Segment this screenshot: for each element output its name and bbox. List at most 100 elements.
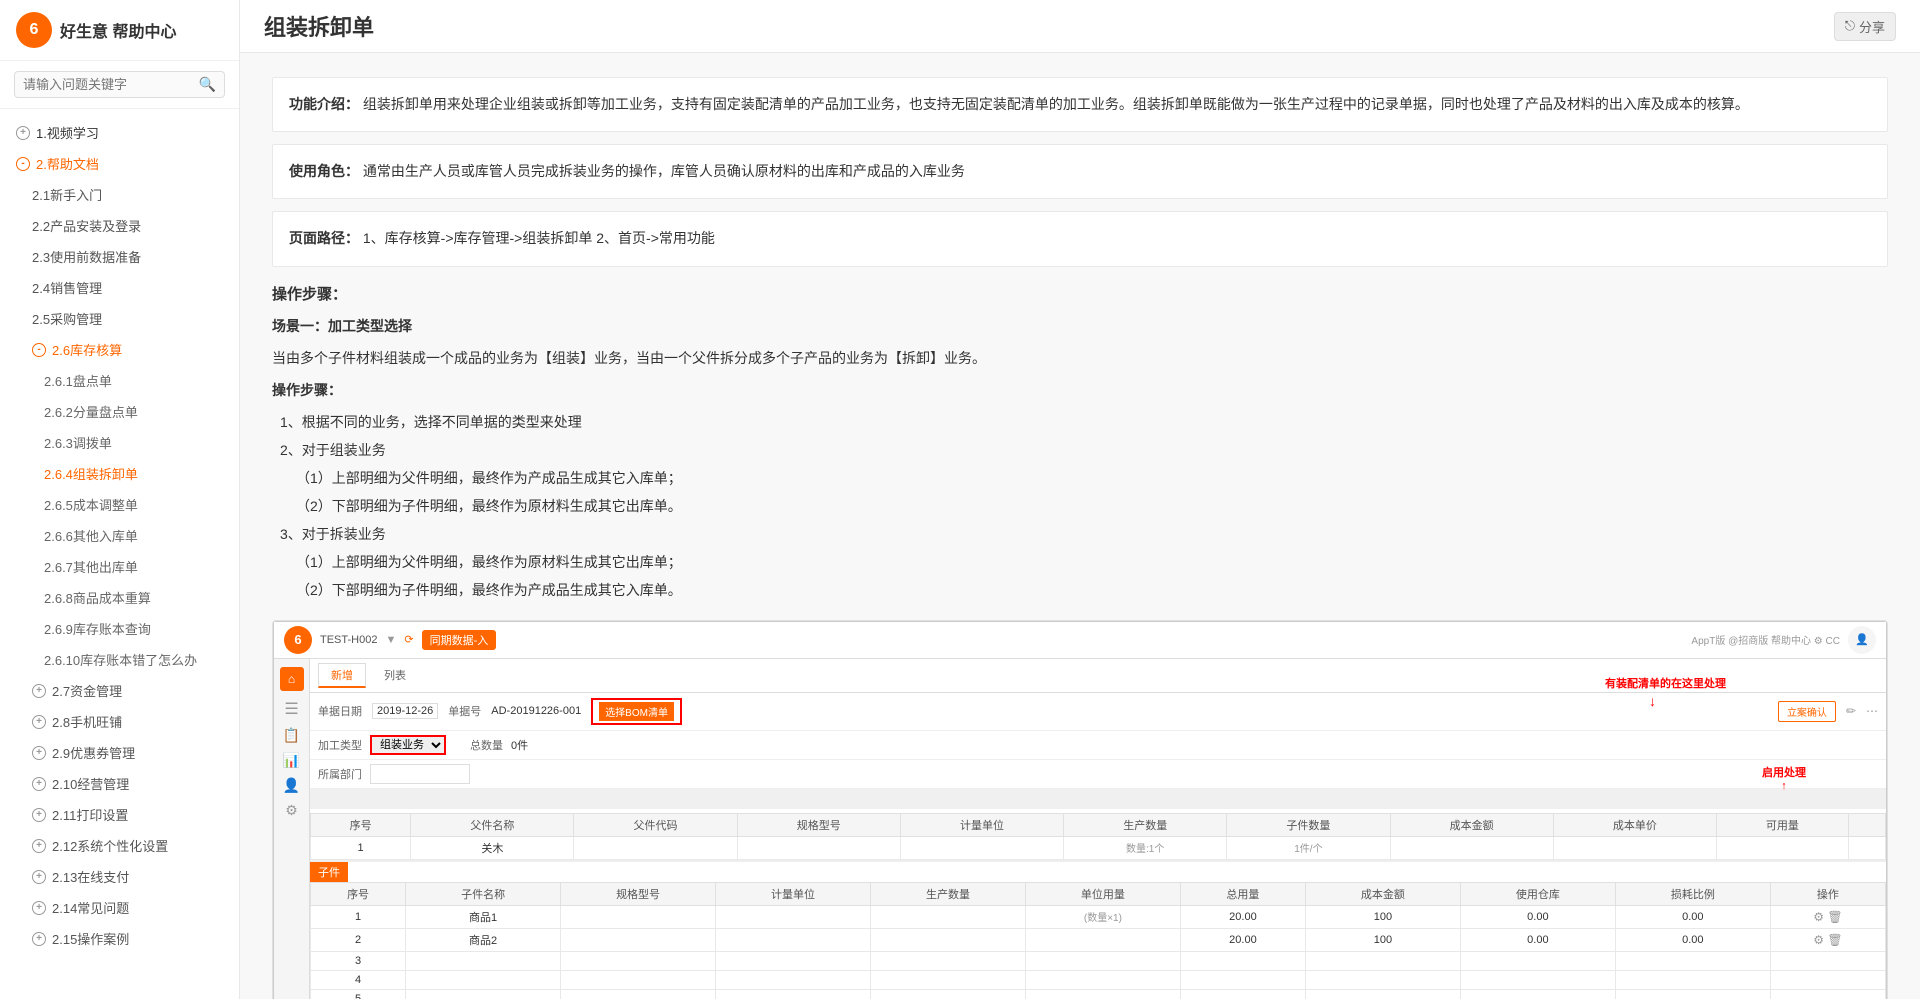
sim-th-cost-unit: 成本单价 — [1553, 813, 1716, 836]
sidebar-item-cost-recalc[interactable]: 2.6.8商品成本重算 — [0, 582, 239, 613]
sidebar-item-print[interactable]: + 2.11打印设置 — [0, 799, 239, 830]
sidebar-item-stock-ledger-fix[interactable]: 2.6.10库存账本错了怎么办 — [0, 644, 239, 675]
sim-confirm-btn[interactable]: 立案确认 — [1778, 701, 1836, 722]
sidebar-item-help-docs[interactable]: - 2.帮助文档 — [0, 148, 239, 179]
intro-text: 组装拆卸单用来处理企业组装或拆卸等加工业务，支持有固定装配清单的产品加工业务，也… — [363, 96, 1749, 112]
sidebar-item-video-learning[interactable]: + 1.视频学习 — [0, 117, 239, 148]
sim-type-label: 加工类型 — [318, 737, 362, 753]
sim-child-table-area: 子件 无固定清单可以直接在这里录入 序号 子件名称 规格型号 计量单位 — [310, 862, 1886, 999]
sim-icon-sidebar: ⌂ ☰ 📋 📊 👤 ⚙ — [274, 659, 310, 999]
sidebar-item-transfer[interactable]: 2.6.3调拨单 — [0, 427, 239, 458]
operations-title: 操作步骤： — [272, 283, 1888, 304]
sim-sync-icon: ⟳ — [404, 633, 413, 646]
scenario1-desc: 当由多个子件材料组装成一个成品的业务为【组装】业务，当由一个父件拆分成多个子产品… — [272, 344, 1888, 372]
step-list: 1、根据不同的业务，选择不同单据的类型来处理 2、对于组装业务 （1）上部明细为… — [272, 408, 1888, 604]
sim-th-spec: 规格型号 — [737, 813, 900, 836]
table-row: 4 — [311, 970, 1886, 989]
sim-th-sub-qty: 子件数量 — [1227, 813, 1390, 836]
sim-type-select[interactable]: 组装业务 — [372, 737, 444, 753]
sidebar-item-sales[interactable]: 2.4销售管理 — [0, 272, 239, 303]
sim-child-th-seq: 序号 — [311, 882, 406, 905]
coupon-expand-icon: + — [32, 746, 46, 760]
sim-count-value: 0件 — [511, 737, 528, 753]
sim-tab-list[interactable]: 列表 — [372, 664, 418, 686]
sidebar-item-assembly[interactable]: 2.6.4组装拆卸单 — [0, 458, 239, 489]
logo-icon: 6 — [16, 12, 52, 48]
search-area: 🔍 — [0, 61, 239, 109]
table-row: 3 — [311, 951, 1886, 970]
sim-bom-area: 选择BOM清单 — [591, 698, 682, 725]
finance-expand-icon: + — [32, 684, 46, 698]
mobile-expand-icon: + — [32, 715, 46, 729]
sidebar-item-other-inbound[interactable]: 2.6.6其他入库单 — [0, 520, 239, 551]
sim-child-th-spec: 规格型号 — [561, 882, 716, 905]
sim-dept-input[interactable] — [370, 764, 470, 784]
table-row: 5 — [311, 989, 1886, 999]
sim-child-th-unituse: 单位用量 — [1025, 882, 1180, 905]
sidebar-item-new-user[interactable]: 2.1新手入门 — [0, 179, 239, 210]
expand-icon: + — [16, 126, 30, 140]
sidebar-item-faq[interactable]: + 2.14常见问题 — [0, 892, 239, 923]
sim-system-name: TEST-H002 — [320, 634, 377, 646]
path-label: 页面路径： — [289, 230, 359, 246]
sidebar-item-settings[interactable]: + 2.12系统个性化设置 — [0, 830, 239, 861]
sidebar-item-data-prep[interactable]: 2.3使用前数据准备 — [0, 241, 239, 272]
sidebar-item-stocktake[interactable]: 2.6.1盘点单 — [0, 365, 239, 396]
sidebar-item-other-outbound[interactable]: 2.6.7其他出库单 — [0, 551, 239, 582]
path-block: 页面路径： 1、库存核算->库存管理->组装拆卸单 2、首页->常用功能 — [272, 211, 1888, 266]
sim-child-th-cost: 成本金额 — [1305, 882, 1460, 905]
sim-type-row: 加工类型 组装业务 总数量 0件 组装业务、拆卸业务在这里 — [310, 731, 1886, 760]
screenshot-container: 6 TEST-H002 ▼ ⟳ 同期数据-入 AppT版 @招商版 帮助中心 ⚙… — [272, 620, 1888, 999]
search-icon[interactable]: 🔍 — [199, 76, 216, 93]
sidebar-item-finance[interactable]: + 2.7资金管理 — [0, 675, 239, 706]
share-button[interactable]: ⎋ 分享 — [1834, 12, 1896, 41]
step2-sub1: （1）上部明细为父件明细，最终作为产成品生成其它入库单； — [296, 464, 1888, 492]
settings-expand-icon: + — [32, 839, 46, 853]
sim-child-th-op: 操作 — [1770, 882, 1885, 905]
logo-area: 6 好生意 帮助中心 — [0, 0, 239, 61]
sidebar-item-online-pay[interactable]: + 2.13在线支付 — [0, 861, 239, 892]
sim-bom-btn-container: 选择BOM清单 — [591, 698, 682, 725]
step3-sub1: （1）上部明细为父件明细，最终作为原材料生成其它出库单； — [296, 548, 1888, 576]
sim-child-th-unit: 计量单位 — [716, 882, 871, 905]
sim-child-th-prodqty: 生产数量 — [871, 882, 1026, 905]
sidebar-item-ops[interactable]: + 2.10经营管理 — [0, 768, 239, 799]
search-box: 🔍 — [14, 71, 225, 98]
sidebar-item-cases[interactable]: + 2.15操作案例 — [0, 923, 239, 954]
sim-parent-table-body: 1 关木 数量:1个 1件/个 — [311, 836, 1886, 859]
sim-th-unit: 计量单位 — [900, 813, 1063, 836]
sidebar-item-coupon[interactable]: + 2.9优惠券管理 — [0, 737, 239, 768]
annotation1-arrow: ↓ — [1649, 693, 1656, 709]
sim-content-panel: 新增 列表 单据日期 2019-12-26 单据号 AD-20191226-00… — [310, 659, 1886, 999]
content-area: 功能介绍： 组装拆卸单用来处理企业组装或拆卸等加工业务，支持有固定装配清单的产品… — [240, 53, 1920, 999]
share-icon: ⎋ — [1845, 18, 1855, 34]
sim-period-btn[interactable]: 同期数据-入 — [422, 630, 497, 650]
sim-th-cost-amt: 成本金额 — [1390, 813, 1553, 836]
sim-th-available: 可用量 — [1716, 813, 1848, 836]
search-input[interactable] — [23, 77, 199, 92]
sim-tab-new[interactable]: 新增 — [318, 663, 366, 688]
sim-menu-icon5: ⚙ — [285, 802, 298, 819]
sidebar-item-mobile[interactable]: + 2.8手机旺铺 — [0, 706, 239, 737]
sim-child-th-name: 子件名称 — [406, 882, 561, 905]
sidebar-item-inventory[interactable]: - 2.6库存核算 — [0, 334, 239, 365]
sidebar-item-install-login[interactable]: 2.2产品安装及登录 — [0, 210, 239, 241]
sim-menu-icon2: 📋 — [283, 727, 300, 744]
sidebar-item-stock-ledger[interactable]: 2.6.9库存账本查询 — [0, 613, 239, 644]
sidebar-item-partial-stocktake[interactable]: 2.6.2分量盘点单 — [0, 396, 239, 427]
sim-child-table-header-btn: 子件 — [310, 862, 348, 882]
sim-date-label: 单据日期 — [318, 703, 362, 719]
sim-menu-icon3: 📊 — [283, 752, 300, 769]
sidebar-item-cost-adj[interactable]: 2.6.5成本调整单 — [0, 489, 239, 520]
sim-type-input-container: 组装业务 — [370, 735, 446, 755]
print-expand-icon: + — [32, 808, 46, 822]
sim-child-table: 序号 子件名称 规格型号 计量单位 生产数量 单位用量 总用量 成本金额 使用仓 — [310, 882, 1886, 999]
sim-child-th-loss: 损耗比例 — [1615, 882, 1770, 905]
sim-child-table-head: 序号 子件名称 规格型号 计量单位 生产数量 单位用量 总用量 成本金额 使用仓 — [311, 882, 1886, 905]
sim-select-bom-btn[interactable]: 选择BOM清单 — [599, 702, 674, 721]
sim-main-area: ⌂ ☰ 📋 📊 👤 ⚙ 新增 列表 — [274, 659, 1886, 999]
topbar: 组装拆卸单 ⎋ 分享 — [240, 0, 1920, 53]
sidebar-item-purchase[interactable]: 2.5采购管理 — [0, 303, 239, 334]
sim-form-area: 单据日期 2019-12-26 单据号 AD-20191226-001 选择BO… — [310, 693, 1886, 731]
intro-block: 功能介绍： 组装拆卸单用来处理企业组装或拆卸等加工业务，支持有固定装配清单的产品… — [272, 77, 1888, 132]
